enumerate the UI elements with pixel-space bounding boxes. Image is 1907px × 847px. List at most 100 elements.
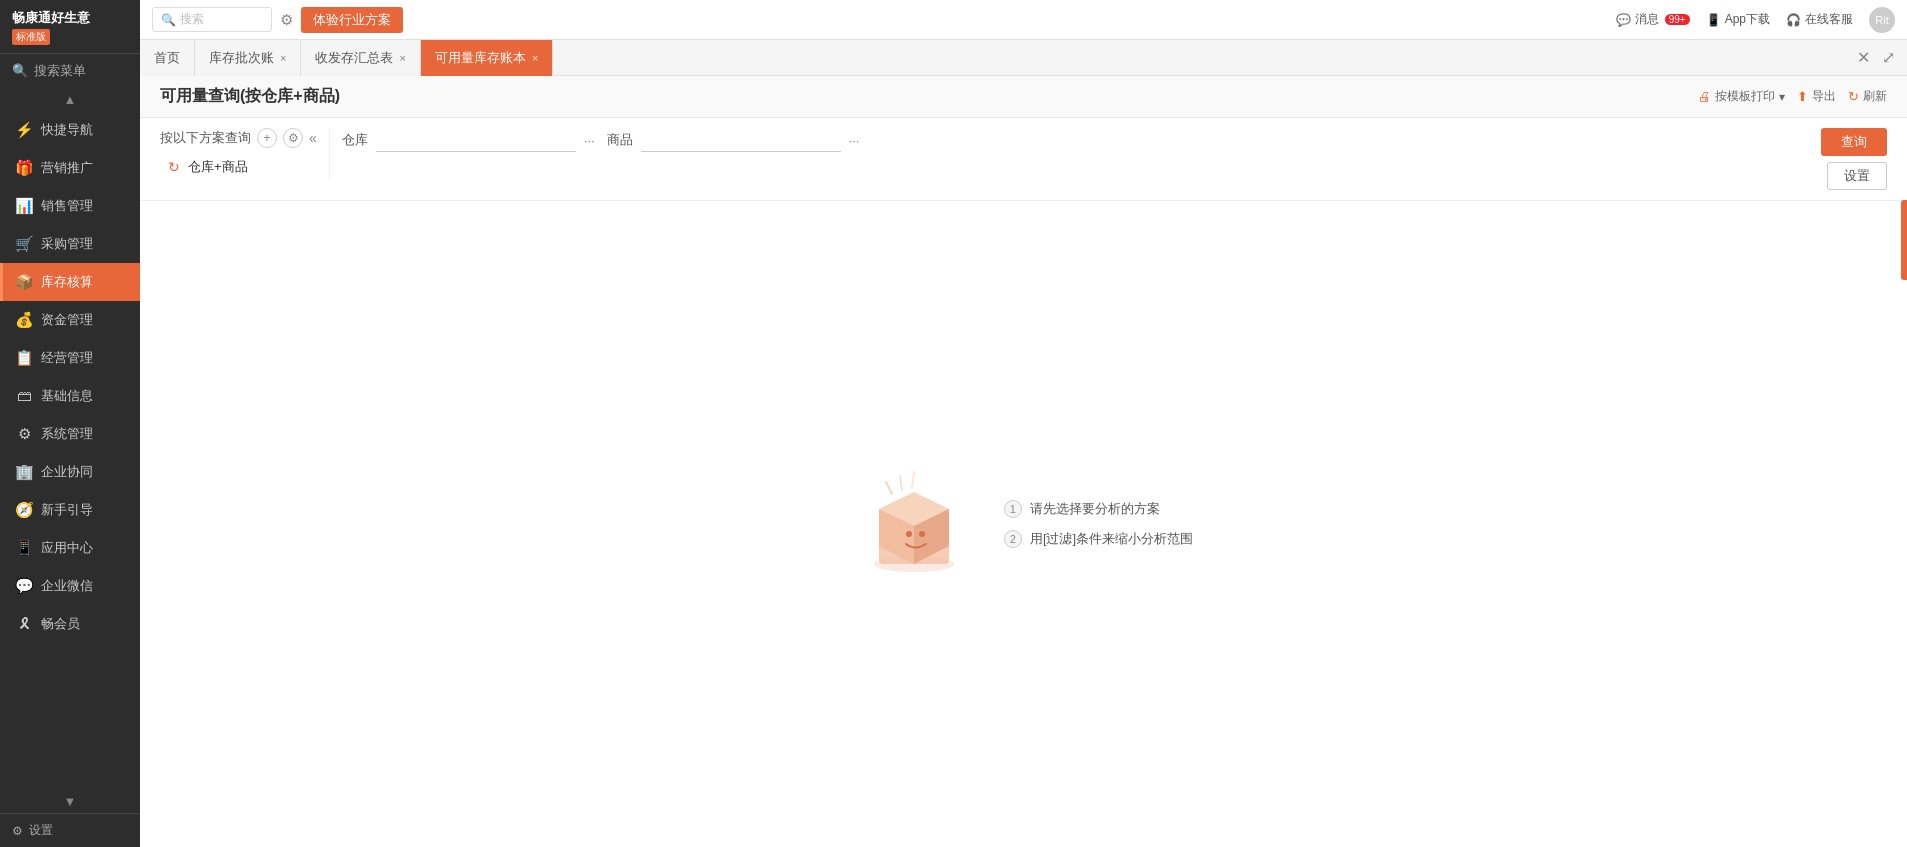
online-service-action[interactable]: 🎧 在线客服 xyxy=(1786,11,1853,28)
warehouse-label: 仓库 xyxy=(342,131,368,149)
nav-icon-app-center: 📱 xyxy=(15,539,33,557)
sidebar-item-inventory[interactable]: 📦库存核算 xyxy=(0,263,140,301)
product-more-button[interactable]: ··· xyxy=(849,133,860,148)
sidebar-item-sales[interactable]: 📊销售管理 xyxy=(0,187,140,225)
tip-text-1: 请先选择要分析的方案 xyxy=(1030,500,1160,518)
empty-illustration xyxy=(854,464,974,584)
tab-batch-ledger[interactable]: 库存批次账 × xyxy=(195,40,301,76)
nav-icon-wechat: 💬 xyxy=(15,577,33,595)
warehouse-more-button[interactable]: ··· xyxy=(584,133,595,148)
topbar-search-icon: 🔍 xyxy=(161,13,176,27)
query-button[interactable]: 查询 xyxy=(1821,128,1887,156)
svg-line-9 xyxy=(912,472,914,488)
tab-close-available-ledger[interactable]: × xyxy=(532,52,538,64)
sidebar-item-guide[interactable]: 🧭新手引导 xyxy=(0,491,140,529)
svg-point-5 xyxy=(906,531,912,537)
tab-label-receipt-summary: 收发存汇总表 xyxy=(315,49,393,67)
nav-label-basic-info: 基础信息 xyxy=(41,387,93,405)
nav-icon-enterprise: 🏢 xyxy=(15,463,33,481)
nav-icon-member: 🎗 xyxy=(15,615,33,632)
scheme-item-icon: ↻ xyxy=(168,159,180,175)
tab-close-batch-ledger[interactable]: × xyxy=(280,52,286,64)
sidebar-item-marketing[interactable]: 🎁 营销推广 xyxy=(0,149,140,187)
sidebar-item-member[interactable]: 🎗 畅会员 xyxy=(0,605,140,643)
sidebar-item-system[interactable]: ⚙系统管理 xyxy=(0,415,140,453)
page-header-actions: 🖨 按模板打印 ▾ ⬆ 导出 ↻ 刷新 xyxy=(1698,88,1887,105)
print-icon: 🖨 xyxy=(1698,89,1711,104)
empty-tips: 1请先选择要分析的方案2用[过滤]条件来缩小分析范围 xyxy=(1004,500,1193,548)
scheme-item-warehouse-product[interactable]: ↻ 仓库+商品 xyxy=(160,154,317,180)
message-badge: 99+ xyxy=(1665,14,1690,25)
refresh-button[interactable]: ↻ 刷新 xyxy=(1848,88,1887,105)
nav-label-finance: 资金管理 xyxy=(41,311,93,329)
warehouse-input[interactable] xyxy=(376,128,576,152)
user-avatar[interactable]: Rit xyxy=(1869,7,1895,33)
product-label: 商品 xyxy=(607,131,633,149)
tab-close-receipt-summary[interactable]: × xyxy=(399,52,405,64)
industry-solution-button[interactable]: 体验行业方案 xyxy=(301,7,403,33)
filter-scheme-actions: + ⚙ « xyxy=(257,128,317,148)
sidebar-scroll-up[interactable]: ▲ xyxy=(0,88,140,111)
warehouse-filter-field: 仓库 ··· xyxy=(342,128,595,152)
tab-close-all-button[interactable]: ✕ xyxy=(1853,48,1874,67)
nav-icon-marketing: 🎁 xyxy=(15,159,33,177)
add-scheme-button[interactable]: + xyxy=(257,128,277,148)
tab-label-home: 首页 xyxy=(154,49,180,67)
main-area: 🔍 搜索 ⚙ 体验行业方案 💬 消息 99+ 📱 App下载 🎧 在线客服 Ri… xyxy=(140,0,1907,847)
sidebar-item-quick-nav[interactable]: ⚡快捷导航 xyxy=(0,111,140,149)
filter-scheme-header: 按以下方案查询 + ⚙ « xyxy=(160,128,317,148)
tip-num-1: 1 xyxy=(1004,500,1022,518)
refresh-icon: ↻ xyxy=(1848,89,1859,104)
filter-settings-button[interactable]: 设置 xyxy=(1827,162,1887,190)
nav-label-marketing: 营销推广 xyxy=(41,159,93,177)
top-bar: 🔍 搜索 ⚙ 体验行业方案 💬 消息 99+ 📱 App下载 🎧 在线客服 Ri… xyxy=(140,0,1907,40)
sidebar-item-enterprise[interactable]: 🏢 企业协同 xyxy=(0,453,140,491)
search-label: 搜索菜单 xyxy=(34,62,86,80)
print-template-button[interactable]: 🖨 按模板打印 ▾ xyxy=(1698,88,1785,105)
online-service-label: 在线客服 xyxy=(1805,11,1853,28)
print-dropdown-icon: ▾ xyxy=(1779,90,1785,104)
sidebar-item-app-center[interactable]: 📱应用中心 xyxy=(0,529,140,567)
filter-scheme-label: 按以下方案查询 xyxy=(160,129,251,147)
tab-receipt-summary[interactable]: 收发存汇总表 × xyxy=(301,40,420,76)
right-resize-handle[interactable] xyxy=(1901,200,1907,280)
collapse-scheme-button[interactable]: « xyxy=(309,130,317,146)
message-icon: 💬 xyxy=(1616,13,1631,27)
tab-maximize-button[interactable]: ⤢ xyxy=(1878,48,1899,67)
nav-icon-basic-info: 🗃 xyxy=(15,387,33,404)
settings-gear-icon[interactable]: ⚙ xyxy=(280,11,293,29)
tab-available-ledger[interactable]: 可用量库存账本× xyxy=(421,40,553,76)
nav-icon-guide: 🧭 xyxy=(15,501,33,519)
topbar-search-text: 搜索 xyxy=(180,11,204,28)
tab-bar: 首页库存批次账×收发存汇总表×可用量库存账本× ✕ ⤢ xyxy=(140,40,1907,76)
nav-label-enterprise: 企业协同 xyxy=(41,463,93,481)
filter-area: 按以下方案查询 + ⚙ « ↻ 仓库+商品 仓库 xyxy=(140,118,1907,201)
nav-icon-system: ⚙ xyxy=(15,425,33,443)
filter-row: 仓库 ··· 商品 ··· xyxy=(342,128,1809,152)
app-download-action[interactable]: 📱 App下载 xyxy=(1706,11,1770,28)
sidebar-item-operations[interactable]: 📋经营管理 xyxy=(0,339,140,377)
online-service-icon: 🎧 xyxy=(1786,13,1801,27)
sidebar-item-wechat[interactable]: 💬企业微信 xyxy=(0,567,140,605)
export-button[interactable]: ⬆ 导出 xyxy=(1797,88,1836,105)
sidebar-item-basic-info[interactable]: 🗃 基础信息 xyxy=(0,377,140,415)
sidebar-footer[interactable]: ⚙ 设置 xyxy=(0,813,140,847)
sidebar-item-purchase[interactable]: 🛒采购管理 xyxy=(0,225,140,263)
svg-line-8 xyxy=(900,476,902,490)
nav-icon-purchase: 🛒 xyxy=(15,235,33,253)
sidebar-search[interactable]: 🔍 搜索菜单 xyxy=(0,54,140,88)
scheme-item-label: 仓库+商品 xyxy=(188,158,248,176)
sidebar-item-finance[interactable]: 💰资金管理 xyxy=(0,301,140,339)
filter-inputs: 仓库 ··· 商品 ··· xyxy=(342,128,1809,152)
svg-line-7 xyxy=(886,482,892,494)
tab-home[interactable]: 首页 xyxy=(140,40,195,76)
product-filter-field: 商品 ··· xyxy=(607,128,860,152)
topbar-search[interactable]: 🔍 搜索 xyxy=(152,7,272,32)
edit-scheme-button[interactable]: ⚙ xyxy=(283,128,303,148)
nav-label-member: 畅会员 xyxy=(41,615,80,633)
message-action[interactable]: 💬 消息 99+ xyxy=(1616,11,1690,28)
user-name: Rit xyxy=(1875,14,1888,26)
sidebar-scroll-down[interactable]: ▼ xyxy=(0,790,140,813)
tab-label-batch-ledger: 库存批次账 xyxy=(209,49,274,67)
product-input[interactable] xyxy=(641,128,841,152)
